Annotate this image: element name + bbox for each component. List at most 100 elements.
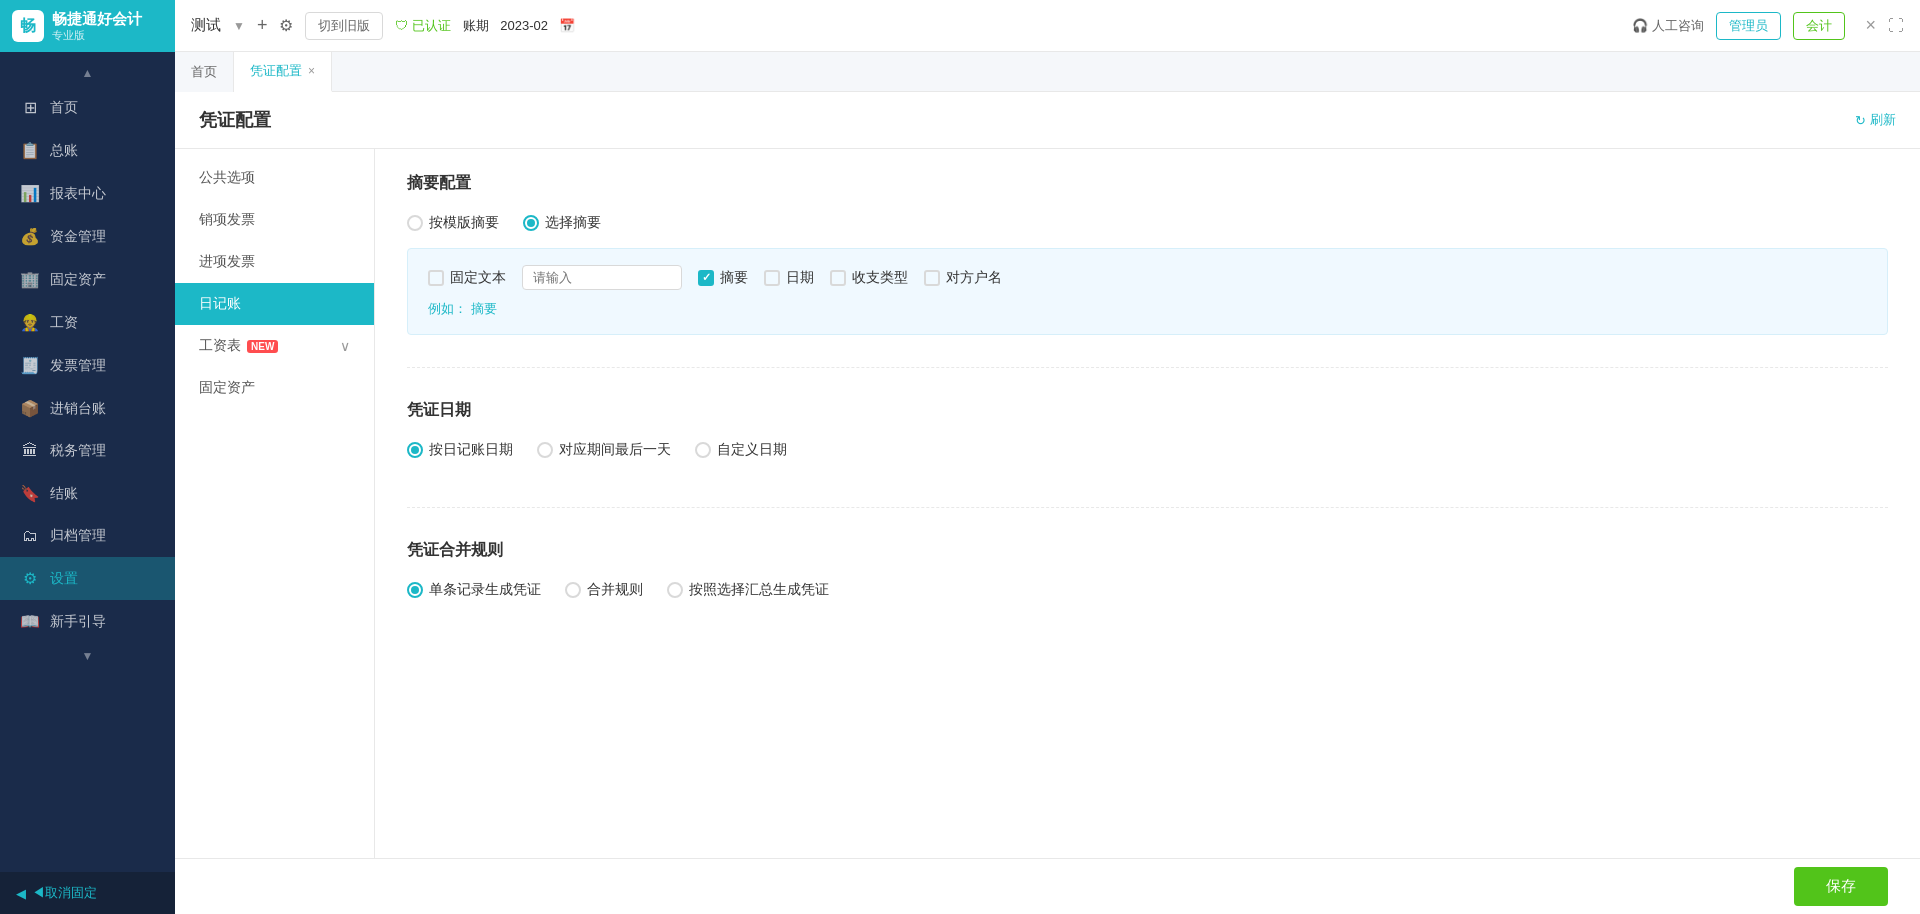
checkbox-date-label: 日期 <box>786 269 814 287</box>
sidebar-item-capital[interactable]: 💰 资金管理 <box>0 215 175 258</box>
menu-label-sales-invoice: 销项发票 <box>199 211 255 229</box>
close-period-icon: 🔖 <box>20 484 40 503</box>
menu-item-purchase-invoice[interactable]: 进项发票 <box>175 241 374 283</box>
checkbox-date[interactable]: 日期 <box>764 269 814 287</box>
menu-label-journal: 日记账 <box>199 295 241 313</box>
radio-custom-date[interactable]: 自定义日期 <box>695 441 787 459</box>
sidebar-item-close[interactable]: 🔖 结账 <box>0 472 175 515</box>
radio-select-summary[interactable]: 选择摘要 <box>523 214 601 232</box>
scroll-down-btn[interactable]: ▼ <box>0 643 175 669</box>
radio-aggregate-label: 按照选择汇总生成凭证 <box>689 581 829 599</box>
consult-button[interactable]: 🎧 人工咨询 <box>1632 17 1704 35</box>
radio-journal-date[interactable]: 按日记账日期 <box>407 441 513 459</box>
project-dropdown-icon[interactable]: ▼ <box>233 19 245 33</box>
footer-bar: 保存 <box>175 858 1920 914</box>
period-text-label: 账期 <box>463 18 489 33</box>
checkbox-summary-label: 摘要 <box>720 269 748 287</box>
sidebar-item-home[interactable]: ⊞ 首页 <box>0 86 175 129</box>
sidebar-item-trade[interactable]: 📦 进销台账 <box>0 387 175 430</box>
menu-item-sales-invoice[interactable]: 销项发票 <box>175 199 374 241</box>
sidebar-label-invoice: 发票管理 <box>50 357 106 375</box>
summary-section: 摘要配置 按模版摘要 选择摘要 固定文本 <box>407 173 1888 368</box>
sidebar-item-invoice[interactable]: 🧾 发票管理 <box>0 344 175 387</box>
trade-icon: 📦 <box>20 399 40 418</box>
sidebar-item-tax[interactable]: 🏛 税务管理 <box>0 430 175 472</box>
window-close-icon[interactable]: × <box>1865 15 1876 36</box>
topbar: 测试 ▼ + ⚙ 切到旧版 🛡 已认证 账期 2023-02 📅 🎧 人工咨询 … <box>175 0 1920 52</box>
home-icon: ⊞ <box>20 98 40 117</box>
period-value: 2023-02 <box>500 18 548 33</box>
checkbox-income-type[interactable]: 收支类型 <box>830 269 908 287</box>
switch-version-button[interactable]: 切到旧版 <box>305 12 383 40</box>
certified-status: 🛡 已认证 <box>395 17 451 35</box>
sidebar-nav: ▲ ⊞ 首页 📋 总账 📊 报表中心 💰 资金管理 🏢 固定资产 👷 工资 🧾 … <box>0 52 175 872</box>
checkbox-fixed-text-box <box>428 270 444 286</box>
sidebar-item-fixed-asset[interactable]: 🏢 固定资产 <box>0 258 175 301</box>
radio-last-day-circle <box>537 442 553 458</box>
checkbox-summary[interactable]: 摘要 <box>698 269 748 287</box>
radio-single-record[interactable]: 单条记录生成凭证 <box>407 581 541 599</box>
sidebar-label-tax: 税务管理 <box>50 442 106 460</box>
date-radio-group: 按日记账日期 对应期间最后一天 自定义日期 <box>407 441 1888 459</box>
date-section-title: 凭证日期 <box>407 400 1888 421</box>
radio-select-label: 选择摘要 <box>545 214 601 232</box>
inner-layout: 公共选项 销项发票 进项发票 日记账 工资表 NEW ∨ 固定资产 <box>175 149 1920 914</box>
right-content: 摘要配置 按模版摘要 选择摘要 固定文本 <box>375 149 1920 914</box>
page-title: 凭证配置 <box>199 108 271 132</box>
sidebar-item-archive[interactable]: 🗂 归档管理 <box>0 515 175 557</box>
menu-label-purchase-invoice: 进项发票 <box>199 253 255 271</box>
sidebar-item-settings[interactable]: ⚙ 设置 <box>0 557 175 600</box>
refresh-button[interactable]: ↻ 刷新 <box>1855 111 1896 129</box>
radio-merge-rule[interactable]: 合并规则 <box>565 581 643 599</box>
checkbox-counterpart-name[interactable]: 对方户名 <box>924 269 1002 287</box>
fixed-asset-icon: 🏢 <box>20 270 40 289</box>
role-button[interactable]: 会计 <box>1793 12 1845 40</box>
add-button[interactable]: + <box>257 15 268 36</box>
save-button[interactable]: 保存 <box>1794 867 1888 906</box>
radio-last-day[interactable]: 对应期间最后一天 <box>537 441 671 459</box>
tabbar: 首页 凭证配置 × <box>175 52 1920 92</box>
sidebar-item-guide[interactable]: 📖 新手引导 <box>0 600 175 643</box>
fixed-text-input[interactable] <box>522 265 682 290</box>
sidebar-item-wage[interactable]: 👷 工资 <box>0 301 175 344</box>
checkbox-fixed-text[interactable]: 固定文本 <box>428 269 506 287</box>
window-expand-icon[interactable]: ⛶ <box>1888 17 1904 35</box>
tab-voucher-config[interactable]: 凭证配置 × <box>234 52 332 92</box>
scroll-up-btn[interactable]: ▲ <box>0 60 175 86</box>
radio-template-summary[interactable]: 按模版摘要 <box>407 214 499 232</box>
checkbox-counterpart-name-box <box>924 270 940 286</box>
example-text: 例如： 摘要 <box>428 300 1867 318</box>
project-name: 测试 <box>191 16 221 35</box>
period-display: 账期 2023-02 📅 <box>463 17 574 35</box>
example-value: 摘要 <box>471 301 497 316</box>
calendar-icon[interactable]: 📅 <box>559 18 575 33</box>
left-menu: 公共选项 销项发票 进项发票 日记账 工资表 NEW ∨ 固定资产 <box>175 149 375 914</box>
sidebar-item-ledger[interactable]: 📋 总账 <box>0 129 175 172</box>
tab-home-label: 首页 <box>191 63 217 81</box>
payroll-arrow-icon: ∨ <box>340 338 350 354</box>
sidebar-label-report: 报表中心 <box>50 185 106 203</box>
radio-aggregate[interactable]: 按照选择汇总生成凭证 <box>667 581 829 599</box>
tab-close-icon[interactable]: × <box>308 64 315 78</box>
radio-template-label: 按模版摘要 <box>429 214 499 232</box>
settings-gear-icon[interactable]: ⚙ <box>279 16 293 35</box>
main-content: 凭证配置 ↻ 刷新 公共选项 销项发票 进项发票 日记账 工资表 NEW <box>175 92 1920 914</box>
sidebar-label-close: 结账 <box>50 485 78 503</box>
menu-item-journal[interactable]: 日记账 <box>175 283 374 325</box>
menu-item-fixed-asset-config[interactable]: 固定资产 <box>175 367 374 409</box>
sidebar-label-settings: 设置 <box>50 570 78 588</box>
cancel-pin-btn[interactable]: ◀ ◀取消固定 <box>0 872 175 914</box>
settings-icon: ⚙ <box>20 569 40 588</box>
summary-config-box: 固定文本 摘要 日期 收支类型 <box>407 248 1888 335</box>
tab-home[interactable]: 首页 <box>175 52 234 92</box>
radio-single-record-label: 单条记录生成凭证 <box>429 581 541 599</box>
admin-button[interactable]: 管理员 <box>1716 12 1781 40</box>
refresh-icon: ↻ <box>1855 113 1866 128</box>
menu-item-public[interactable]: 公共选项 <box>175 157 374 199</box>
sidebar-item-report[interactable]: 📊 报表中心 <box>0 172 175 215</box>
menu-item-payroll[interactable]: 工资表 NEW ∨ <box>175 325 374 367</box>
refresh-label: 刷新 <box>1870 111 1896 129</box>
summary-section-title: 摘要配置 <box>407 173 1888 194</box>
checkbox-income-type-label: 收支类型 <box>852 269 908 287</box>
checkbox-income-type-box <box>830 270 846 286</box>
